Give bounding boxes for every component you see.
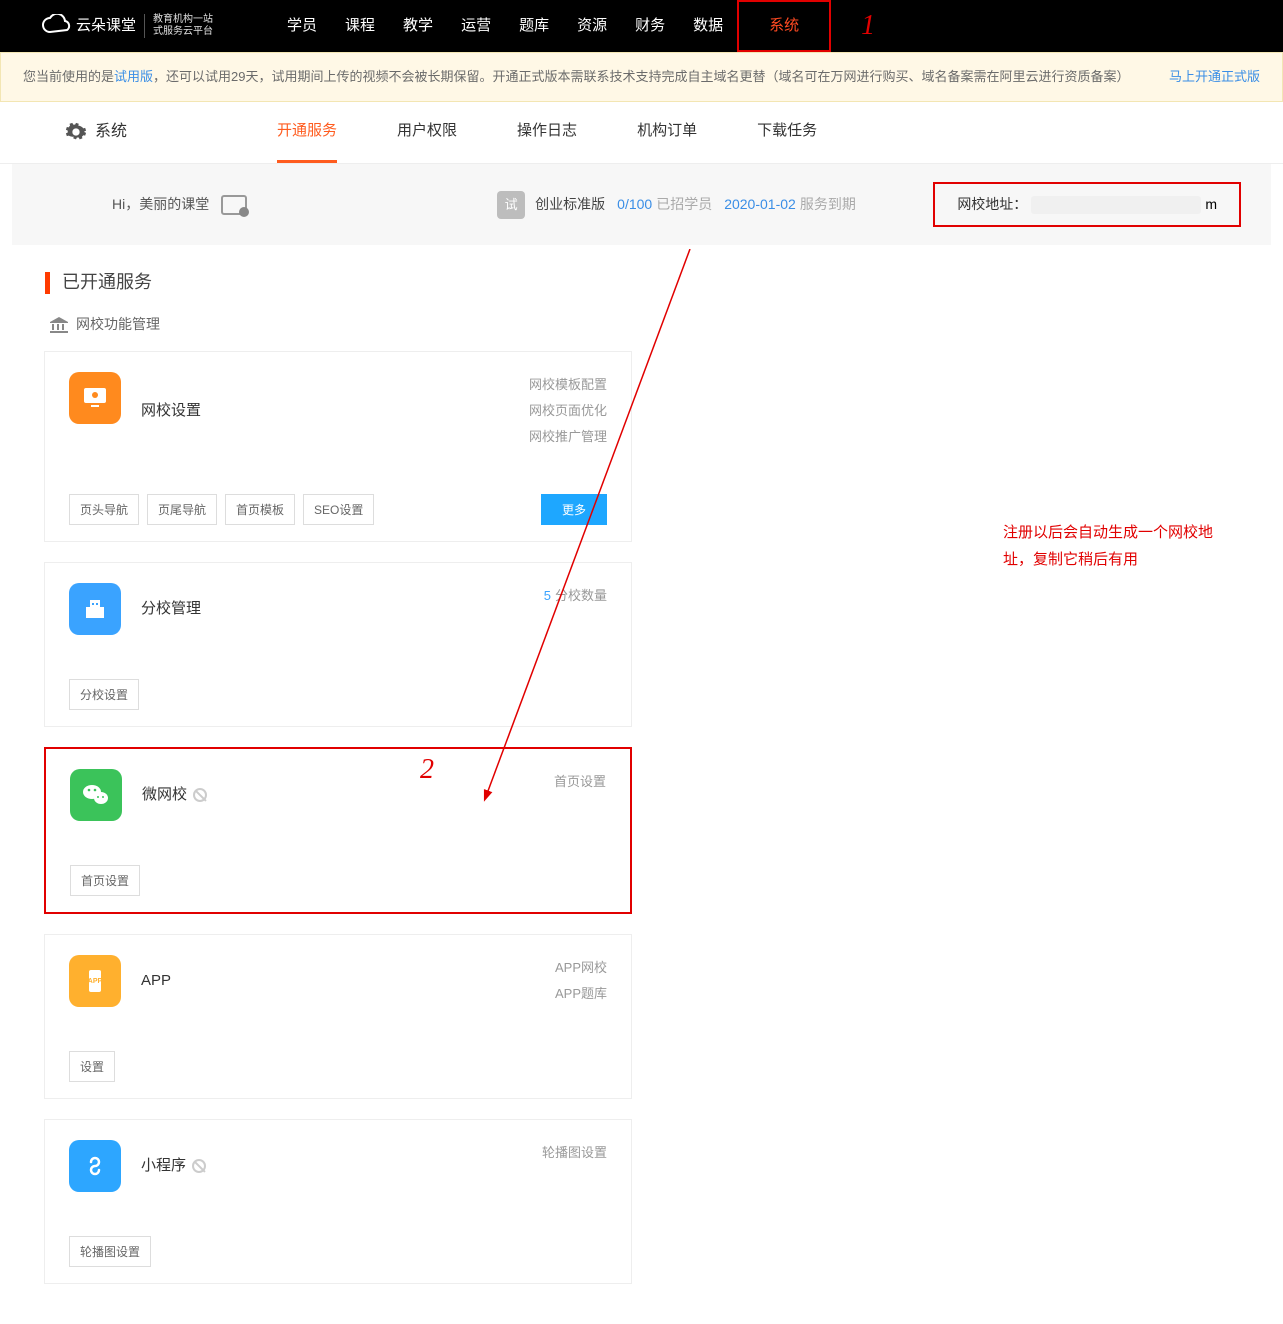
- tab-downloads[interactable]: 下载任务: [757, 102, 817, 164]
- wechat-icon: [70, 769, 122, 821]
- tab-orders[interactable]: 机构订单: [637, 102, 697, 164]
- card-branch-manage: 分校管理 5分校数量 分校设置: [44, 562, 632, 727]
- group-title: 网校功能管理: [76, 314, 160, 335]
- branch-count[interactable]: 5分校数量: [544, 583, 607, 609]
- link-page-optimize[interactable]: 网校页面优化: [529, 398, 607, 424]
- app-settings-button[interactable]: 设置: [69, 1051, 115, 1082]
- nav-system[interactable]: 系统: [737, 0, 831, 52]
- card-title: APP: [141, 955, 171, 1007]
- student-ratio-label: 已招学员: [656, 194, 712, 215]
- monitor-icon: [69, 372, 121, 424]
- home-template-button[interactable]: 首页模板: [225, 494, 295, 525]
- brand-sub: 教育机构一站式服务云平台: [144, 14, 213, 38]
- info-bar: Hi，美丽的课堂 试 创业标准版 0/100 已招学员 2020-01-02 服…: [12, 164, 1271, 245]
- nav-teaching[interactable]: 教学: [389, 0, 447, 52]
- header-nav-button[interactable]: 页头导航: [69, 494, 139, 525]
- gear-icon: [65, 121, 95, 143]
- cards-grid: 网校设置 网校模板配置 网校页面优化 网校推广管理 页头导航 页尾导航 首页模板…: [30, 351, 1253, 1284]
- link-carousel-settings[interactable]: 轮播图设置: [542, 1140, 607, 1166]
- card-micro-school: 微网校 首页设置 首页设置: [44, 747, 632, 914]
- footer-nav-button[interactable]: 页尾导航: [147, 494, 217, 525]
- home-settings-button[interactable]: 首页设置: [70, 865, 140, 896]
- expire-date-label: 服务到期: [800, 194, 856, 215]
- carousel-settings-button[interactable]: 轮播图设置: [69, 1236, 151, 1267]
- card-title: 微网校: [142, 769, 207, 821]
- branch-settings-button[interactable]: 分校设置: [69, 679, 139, 710]
- nav-students[interactable]: 学员: [273, 0, 331, 52]
- alert-text-prefix: 您当前使用的是: [23, 67, 114, 87]
- plan-name: 创业标准版: [535, 194, 605, 215]
- sub-nav: 开通服务 用户权限 操作日志 机构订单 下载任务: [277, 102, 877, 164]
- seo-settings-button[interactable]: SEO设置: [303, 494, 374, 525]
- nav-data[interactable]: 数据: [679, 0, 737, 52]
- card-school-settings: 网校设置 网校模板配置 网校页面优化 网校推广管理 页头导航 页尾导航 首页模板…: [44, 351, 632, 542]
- link-app-question[interactable]: APP题库: [555, 981, 607, 1007]
- school-url-suffix: m: [1205, 194, 1217, 215]
- app-icon: APP: [69, 955, 121, 1007]
- svg-text:APP: APP: [88, 978, 103, 985]
- alert-upgrade-link[interactable]: 马上开通正式版: [1169, 67, 1260, 87]
- trial-badge-icon: 试: [497, 191, 525, 219]
- card-app: APP APP APP网校 APP题库 设置: [44, 934, 632, 1099]
- tab-permissions[interactable]: 用户权限: [397, 102, 457, 164]
- card-miniprogram: 小程序 轮播图设置 轮播图设置: [44, 1119, 632, 1284]
- annotation-2: 2: [420, 749, 434, 791]
- alert-text-mid: ，还可以试用29天，试用期间上传的视频不会被长期保留。开通正式版本需联系技术支持…: [153, 67, 1129, 87]
- page-title: 系统: [95, 120, 127, 144]
- top-nav: 学员 课程 教学 运营 题库 资源 财务 数据 系统: [273, 0, 831, 52]
- nav-resource[interactable]: 资源: [563, 0, 621, 52]
- annotation-1: 1: [861, 5, 875, 47]
- nav-question[interactable]: 题库: [505, 0, 563, 52]
- section-accent: [45, 272, 50, 294]
- brand-logo[interactable]: 云朵课堂 教育机构一站式服务云平台: [40, 14, 213, 38]
- annotation-note: 注册以后会自动生成一个网校地址，复制它稍后有用: [1003, 519, 1233, 573]
- tab-services[interactable]: 开通服务: [277, 102, 337, 164]
- expire-date: 2020-01-02: [724, 194, 796, 215]
- card-title: 小程序: [141, 1140, 206, 1192]
- school-url-box: 网校地址： m: [933, 182, 1241, 227]
- card-title: 网校设置: [141, 372, 201, 450]
- link-home-settings[interactable]: 首页设置: [554, 769, 606, 795]
- link-promo-manage[interactable]: 网校推广管理: [529, 424, 607, 450]
- card-title: 分校管理: [141, 583, 201, 635]
- greeting: Hi，美丽的课堂: [112, 194, 209, 215]
- cloud-icon: [40, 14, 72, 38]
- student-ratio: 0/100: [617, 194, 652, 215]
- school-url-value[interactable]: [1031, 196, 1201, 214]
- link-app-school[interactable]: APP网校: [555, 955, 607, 981]
- top-navbar: 云朵课堂 教育机构一站式服务云平台 学员 课程 教学 运营 题库 资源 财务 数…: [0, 0, 1283, 52]
- link-template-config[interactable]: 网校模板配置: [529, 372, 607, 398]
- nav-finance[interactable]: 财务: [621, 0, 679, 52]
- forbid-icon: [192, 1159, 206, 1173]
- school-url-label: 网校地址：: [957, 194, 1027, 215]
- subnav-row: 系统 开通服务 用户权限 操作日志 机构订单 下载任务: [0, 102, 1283, 165]
- bank-icon: [50, 317, 68, 333]
- alert-trial-link[interactable]: 试用版: [114, 67, 153, 87]
- brand-name: 云朵课堂: [76, 15, 136, 38]
- more-button[interactable]: 更多: [541, 494, 607, 525]
- nav-courses[interactable]: 课程: [331, 0, 389, 52]
- tab-logs[interactable]: 操作日志: [517, 102, 577, 164]
- nav-operate[interactable]: 运营: [447, 0, 505, 52]
- idcard-icon[interactable]: [221, 195, 247, 215]
- miniprogram-icon: [69, 1140, 121, 1192]
- forbid-icon: [193, 788, 207, 802]
- section-title: 已开通服务: [62, 269, 152, 296]
- content: 注册以后会自动生成一个网校地址，复制它稍后有用 已开通服务 网校功能管理 网校设…: [0, 269, 1283, 1324]
- trial-alert: 您当前使用的是 试用版 ，还可以试用29天，试用期间上传的视频不会被长期保留。开…: [0, 52, 1283, 102]
- building-icon: [69, 583, 121, 635]
